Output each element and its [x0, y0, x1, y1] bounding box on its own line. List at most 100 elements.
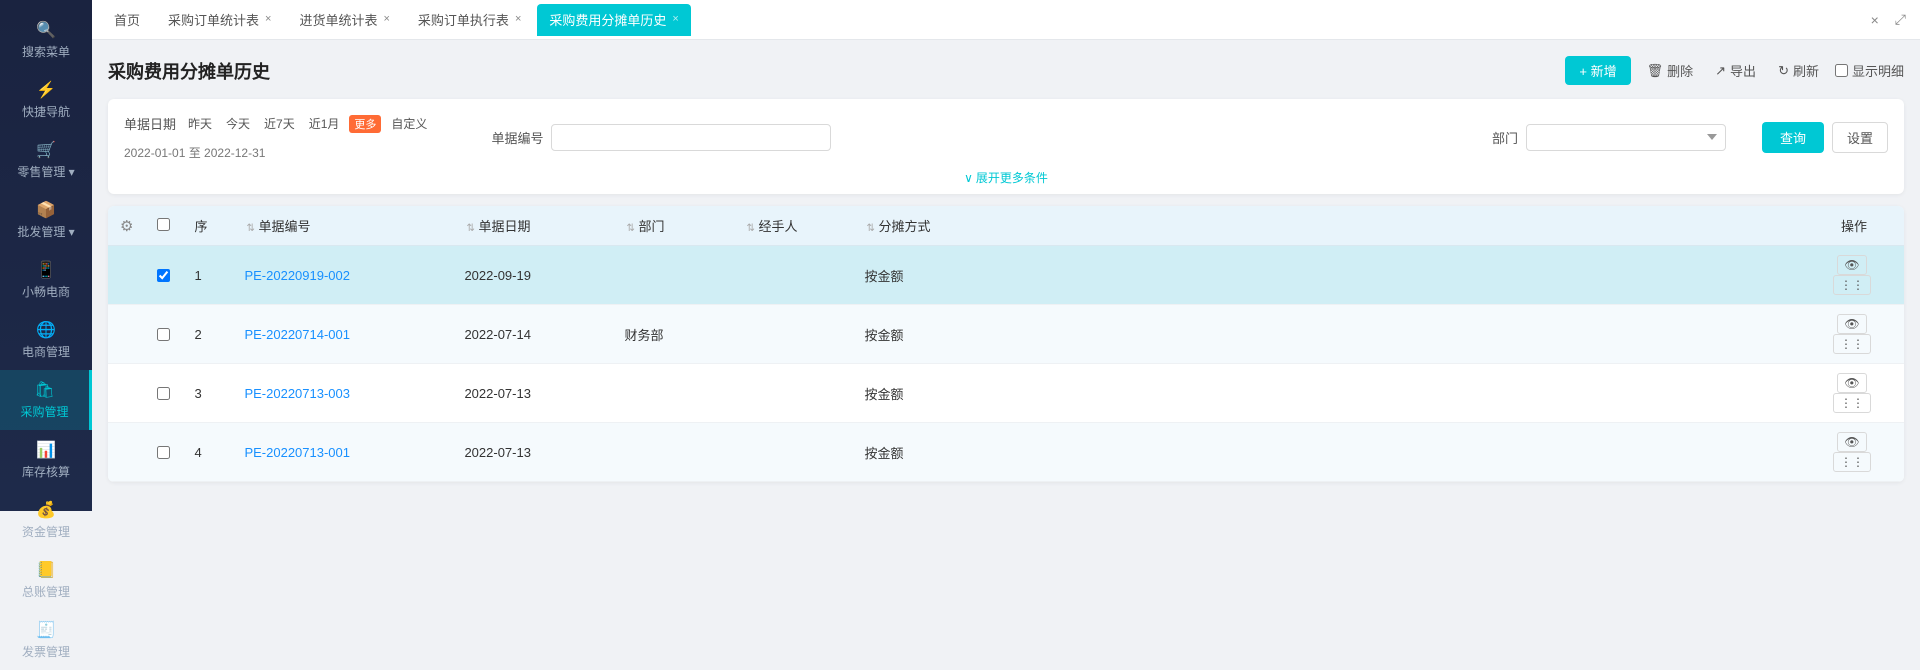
sidebar-item-invoice[interactable]: 🧾发票管理: [0, 610, 92, 670]
row-docno-0: PE-20220919-002: [232, 246, 452, 305]
sidebar-icon-ledger: 📒: [36, 560, 56, 580]
sidebar-label-wholesale: 批发管理 ▾: [17, 223, 74, 240]
select-all-checkbox[interactable]: [157, 218, 170, 231]
add-button[interactable]: + 新增: [1565, 56, 1630, 85]
query-button[interactable]: 查询: [1762, 122, 1824, 153]
sidebar-item-wholesale[interactable]: 📦批发管理 ▾: [0, 190, 92, 250]
row-checkbox-0[interactable]: [157, 269, 170, 282]
tab-order-summary[interactable]: 采购订单统计表 ×: [156, 4, 283, 36]
row-cb-cell-3: [145, 423, 182, 482]
tab-label-order-summary: 采购订单统计表: [168, 10, 259, 29]
sidebar-item-finance[interactable]: 💰资金管理: [0, 490, 92, 550]
row-more-btn-1[interactable]: ⋮⋮: [1833, 334, 1871, 354]
sidebar-item-inventory[interactable]: 📊库存核算: [0, 430, 92, 490]
row-date-3: 2022-07-13: [452, 423, 612, 482]
row-view-btn-3[interactable]: 👁: [1837, 432, 1866, 452]
dept-select[interactable]: [1526, 124, 1726, 151]
shortcut-1month[interactable]: 近1月: [305, 113, 344, 134]
sidebar-label-search: 搜索菜单: [22, 43, 70, 60]
tab-close-stock-summary[interactable]: ×: [383, 14, 389, 25]
shortcut-7days[interactable]: 近7天: [260, 113, 299, 134]
row-no-3: 4: [182, 423, 232, 482]
sidebar-icon-purchase: 🛍: [34, 380, 54, 400]
expand-more-row: ∨ 展开更多条件: [124, 169, 1888, 186]
show-col-checkbox[interactable]: [1835, 64, 1848, 77]
row-docno-1: PE-20220714-001: [232, 305, 452, 364]
sidebar-item-retail[interactable]: 🛒零售管理 ▾: [0, 130, 92, 190]
sidebar-icon-inventory: 📊: [36, 440, 56, 460]
dept-filter: 部门: [1492, 124, 1726, 151]
col-no-header: 序: [182, 206, 232, 246]
expand-more-button[interactable]: ∨ 展开更多条件: [964, 169, 1048, 186]
row-checkbox-3[interactable]: [157, 446, 170, 459]
content-area: 采购费用分摊单历史 + 新增 🗑 删除 ↗ 导出 ↻ 刷新 显示明细: [92, 40, 1920, 511]
sidebar-item-ecom[interactable]: 🌐电商管理: [0, 310, 92, 370]
row-view-btn-2[interactable]: 👁: [1837, 373, 1866, 393]
col-split-header: ⇅ 分摊方式: [852, 206, 1804, 246]
row-no-1: 2: [182, 305, 232, 364]
tab-order-exec[interactable]: 采购订单执行表 ×: [406, 4, 533, 36]
row-settings-cell-0: [108, 246, 145, 305]
row-docno-link-3[interactable]: PE-20220713-001: [244, 445, 350, 460]
table-row: 4 PE-20220713-001 2022-07-13 按金额 👁 ⋮⋮: [108, 423, 1904, 482]
sort-dept-icon[interactable]: ⇅: [626, 223, 634, 234]
shortcut-yesterday[interactable]: 昨天: [184, 113, 216, 134]
row-more-btn-3[interactable]: ⋮⋮: [1833, 452, 1871, 472]
sidebar-item-ledger[interactable]: 📒总账管理: [0, 550, 92, 610]
sidebar-label-mini: 小畅电商: [22, 283, 70, 300]
table-body: 1 PE-20220919-002 2022-09-19 按金额 👁 ⋮⋮ 2 …: [108, 246, 1904, 482]
delete-button[interactable]: 🗑 删除: [1641, 57, 1700, 84]
row-checkbox-1[interactable]: [157, 328, 170, 341]
row-handler-2: [732, 364, 852, 423]
tab-home[interactable]: 首页: [102, 4, 152, 36]
row-checkbox-2[interactable]: [157, 387, 170, 400]
row-more-btn-0[interactable]: ⋮⋮: [1833, 275, 1871, 295]
tab-close-order-summary[interactable]: ×: [265, 14, 271, 25]
sidebar-item-quick[interactable]: ⚡快捷导航: [0, 70, 92, 130]
table-header-row: ⚙ 序 ⇅ 单据编号 ⇅ 单据日期 ⇅ 部门: [108, 206, 1904, 246]
refresh-icon: ↻: [1778, 63, 1789, 79]
row-docno-link-0[interactable]: PE-20220919-002: [244, 268, 350, 283]
main-content: 首页采购订单统计表×进货单统计表×采购订单执行表×采购费用分摊单历史× × ⤢ …: [92, 0, 1920, 511]
export-button[interactable]: ↗ 导出: [1709, 57, 1762, 84]
tab-close-cost-history[interactable]: ×: [672, 14, 678, 25]
data-table: ⚙ 序 ⇅ 单据编号 ⇅ 单据日期 ⇅ 部门: [108, 206, 1904, 482]
row-more-btn-2[interactable]: ⋮⋮: [1833, 393, 1871, 413]
sort-docno-icon[interactable]: ⇅: [246, 223, 254, 234]
row-docno-3: PE-20220713-001: [232, 423, 452, 482]
shortcut-today[interactable]: 今天: [222, 113, 254, 134]
doc-no-input[interactable]: [551, 124, 831, 151]
close-window-button[interactable]: ×: [1867, 10, 1883, 30]
sidebar-item-mini[interactable]: 📱小畅电商: [0, 250, 92, 310]
row-view-btn-1[interactable]: 👁: [1837, 314, 1866, 334]
table-row: 3 PE-20220713-003 2022-07-13 按金额 👁 ⋮⋮: [108, 364, 1904, 423]
filter-row-1: 单据日期 昨天 今天 近7天 近1月 更多 自定义 2022-01-01 至 2…: [124, 113, 1888, 161]
sidebar-item-search[interactable]: 🔍搜索菜单: [0, 10, 92, 70]
table-settings-icon[interactable]: ⚙: [120, 218, 133, 235]
sidebar-icon-ecom: 🌐: [36, 320, 56, 340]
row-settings-cell-3: [108, 423, 145, 482]
restore-window-button[interactable]: ⤢: [1891, 9, 1910, 30]
sort-date-icon[interactable]: ⇅: [466, 223, 474, 234]
sort-handler-icon[interactable]: ⇅: [746, 223, 754, 234]
row-docno-link-2[interactable]: PE-20220713-003: [244, 386, 350, 401]
shortcut-more[interactable]: 更多: [349, 115, 381, 133]
col-settings: ⚙: [108, 206, 145, 246]
tab-cost-history[interactable]: 采购费用分摊单历史×: [537, 4, 690, 36]
col-dept-header: ⇅ 部门: [612, 206, 732, 246]
row-date-2: 2022-07-13: [452, 364, 612, 423]
tab-close-order-exec[interactable]: ×: [515, 14, 521, 25]
tab-label-order-exec: 采购订单执行表: [418, 10, 509, 29]
row-docno-2: PE-20220713-003: [232, 364, 452, 423]
refresh-button[interactable]: ↻ 刷新: [1772, 57, 1825, 84]
row-docno-link-1[interactable]: PE-20220714-001: [244, 327, 350, 342]
show-col-toggle[interactable]: 显示明细: [1835, 61, 1904, 80]
row-handler-3: [732, 423, 852, 482]
filter-settings-button[interactable]: 设置: [1832, 122, 1888, 153]
sort-split-icon[interactable]: ⇅: [866, 223, 874, 234]
sidebar-item-purchase[interactable]: 🛍采购管理: [0, 370, 92, 430]
row-view-btn-0[interactable]: 👁: [1837, 255, 1866, 275]
sidebar-label-invoice: 发票管理: [22, 643, 70, 660]
tab-stock-summary[interactable]: 进货单统计表×: [287, 4, 401, 36]
shortcut-custom[interactable]: 自定义: [387, 113, 431, 134]
